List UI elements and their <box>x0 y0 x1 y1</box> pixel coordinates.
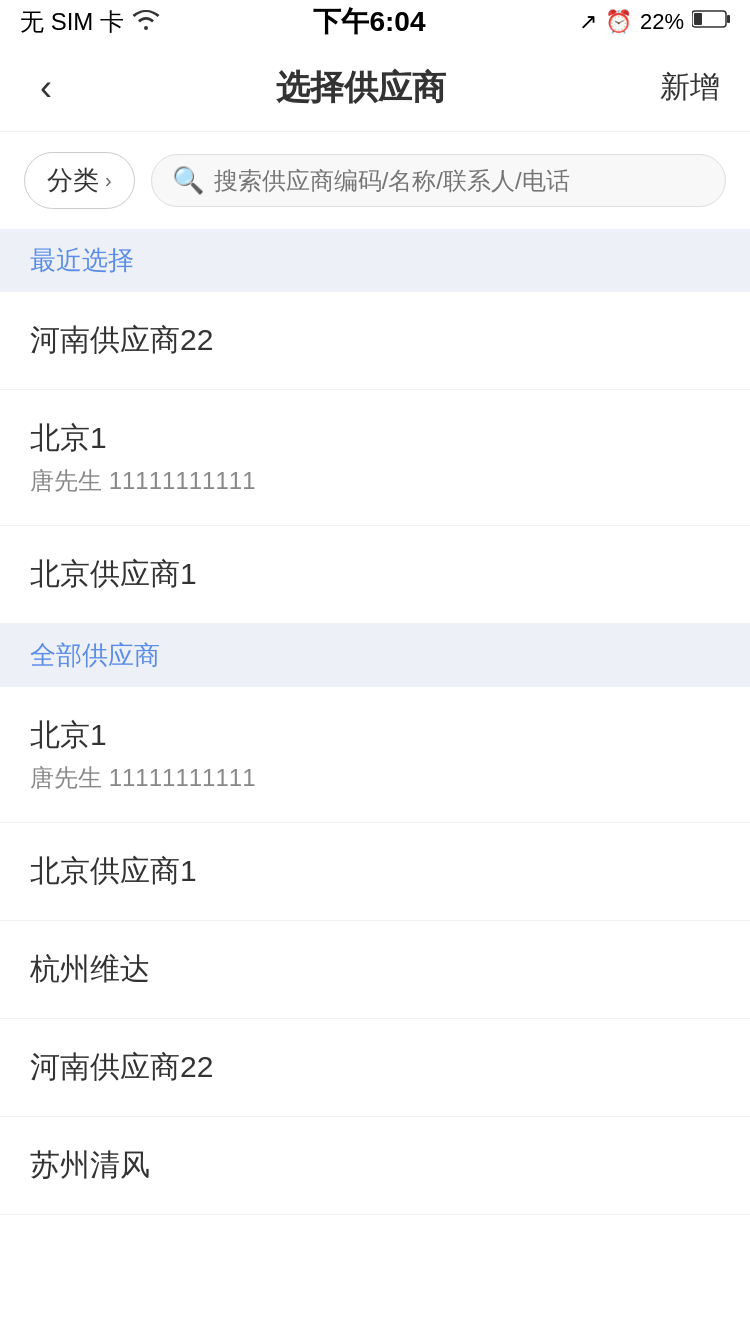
battery-label: 22% <box>640 9 684 35</box>
list-item[interactable]: 北京1 唐先生 11111111111 <box>0 390 750 526</box>
filter-row: 分类 › 🔍 <box>0 132 750 229</box>
list-item[interactable]: 北京供应商1 <box>0 823 750 921</box>
list-item[interactable]: 杭州维达 <box>0 921 750 1019</box>
back-button[interactable]: ‹ <box>30 57 62 119</box>
no-sim-label: 无 SIM 卡 <box>20 6 124 38</box>
item-name: 北京1 <box>30 418 720 459</box>
status-left: 无 SIM 卡 <box>20 6 160 38</box>
list-item[interactable]: 河南供应商22 <box>0 1019 750 1117</box>
svg-rect-1 <box>727 15 730 23</box>
nav-bar: ‹ 选择供应商 新增 <box>0 44 750 132</box>
status-right: ↗ ⏰ 22% <box>579 9 730 35</box>
search-icon: 🔍 <box>172 165 204 196</box>
item-sub: 唐先生 11111111111 <box>30 465 720 497</box>
status-bar: 无 SIM 卡 下午6:04 ↗ ⏰ 22% <box>0 0 750 44</box>
search-box[interactable]: 🔍 <box>151 154 726 207</box>
all-list: 北京1 唐先生 11111111111 北京供应商1 杭州维达 河南供应商22 … <box>0 687 750 1215</box>
alarm-icon: ⏰ <box>605 9 632 35</box>
category-button[interactable]: 分类 › <box>24 152 135 209</box>
nav-title: 选择供应商 <box>276 65 446 111</box>
item-name: 河南供应商22 <box>30 320 720 361</box>
category-label: 分类 <box>47 163 99 198</box>
all-section-header: 全部供应商 <box>0 624 750 687</box>
list-item[interactable]: 河南供应商22 <box>0 292 750 390</box>
item-name: 北京供应商1 <box>30 851 720 892</box>
item-name: 杭州维达 <box>30 949 720 990</box>
battery-icon <box>692 9 730 35</box>
wifi-icon <box>132 8 160 36</box>
item-name: 北京1 <box>30 715 720 756</box>
location-icon: ↗ <box>579 9 597 35</box>
list-item[interactable]: 北京供应商1 <box>0 526 750 624</box>
item-name: 北京供应商1 <box>30 554 720 595</box>
svg-rect-2 <box>694 13 702 25</box>
chevron-right-icon: › <box>105 169 112 192</box>
search-input[interactable] <box>214 167 705 195</box>
item-sub: 唐先生 11111111111 <box>30 762 720 794</box>
add-button[interactable]: 新增 <box>660 67 720 108</box>
list-item[interactable]: 苏州清风 <box>0 1117 750 1215</box>
status-time: 下午6:04 <box>313 3 425 41</box>
list-item[interactable]: 北京1 唐先生 11111111111 <box>0 687 750 823</box>
recent-list: 河南供应商22 北京1 唐先生 11111111111 北京供应商1 <box>0 292 750 624</box>
recent-section-header: 最近选择 <box>0 229 750 292</box>
item-name: 苏州清风 <box>30 1145 720 1186</box>
item-name: 河南供应商22 <box>30 1047 720 1088</box>
